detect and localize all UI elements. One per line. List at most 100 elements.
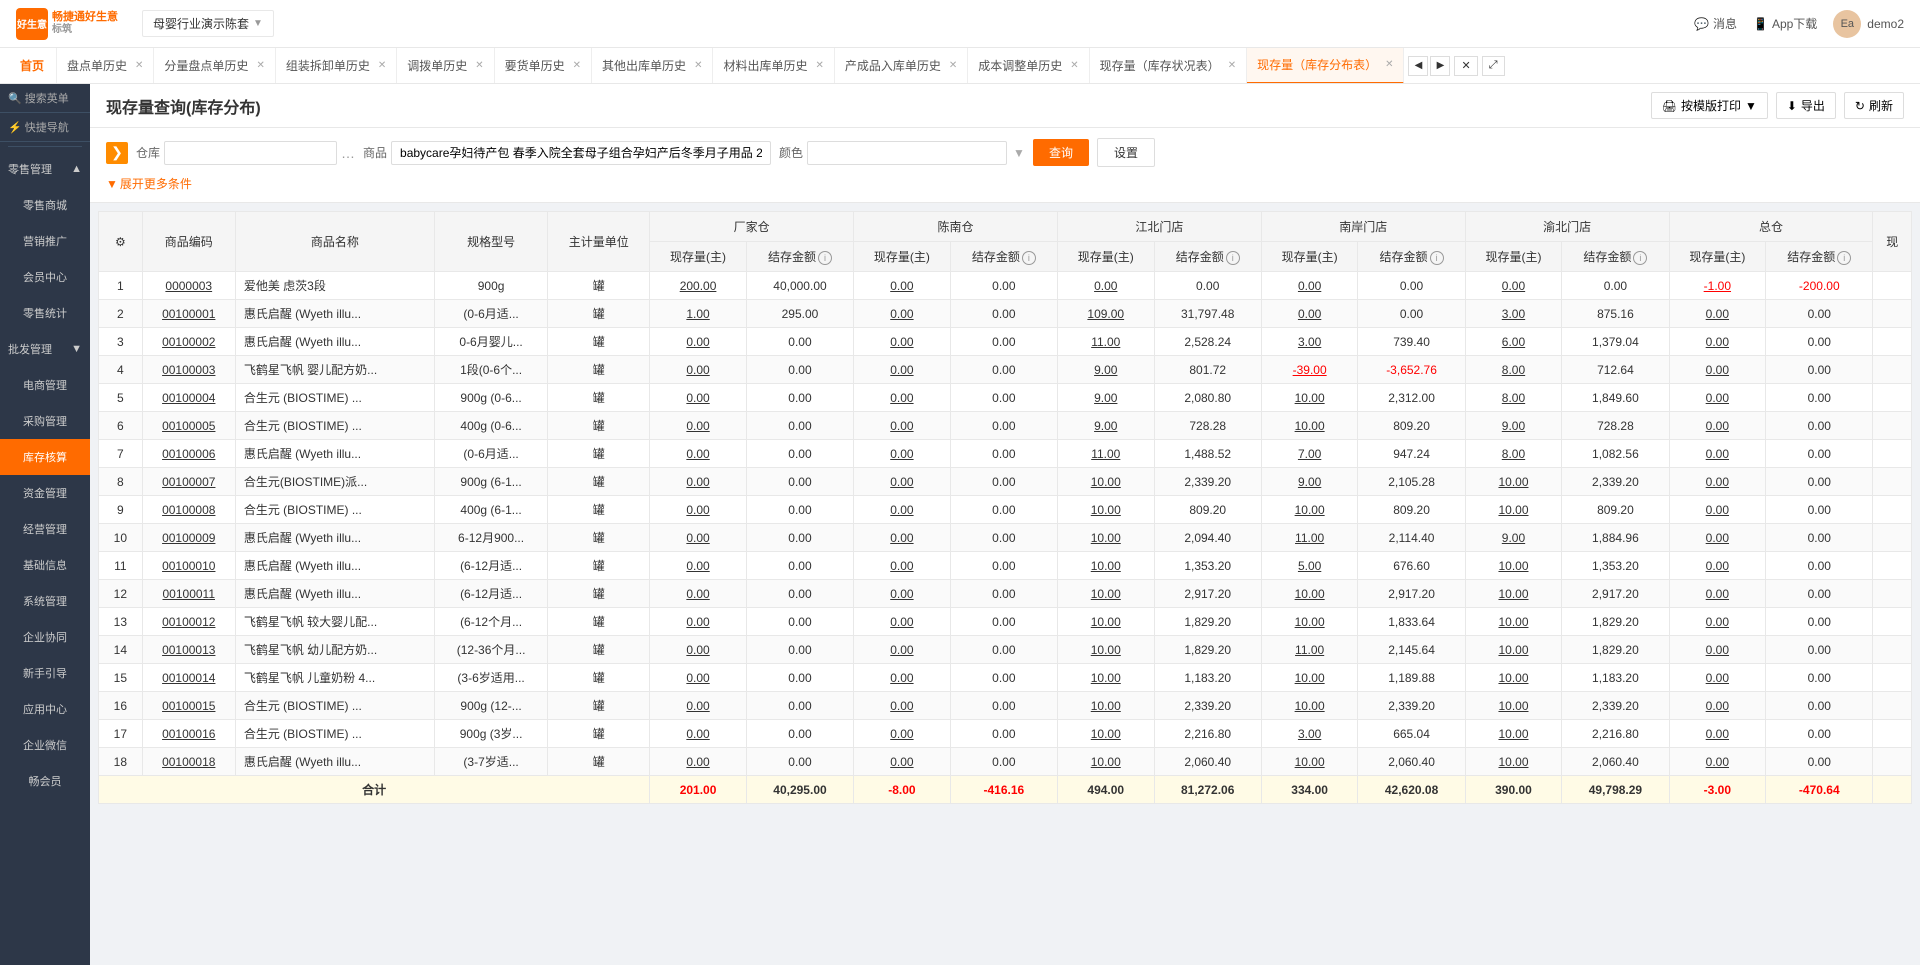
table-cell[interactable]: 809.20 (1562, 496, 1669, 524)
table-cell[interactable]: 0.00 (1766, 300, 1873, 328)
table-cell[interactable]: 00100001 (142, 300, 235, 328)
table-cell[interactable]: -3,652.76 (1358, 356, 1465, 384)
table-cell[interactable]: 900g (0-6... (434, 384, 547, 412)
export-btn[interactable]: ⬇ 导出 (1776, 92, 1836, 119)
table-cell[interactable]: 0.00 (746, 748, 853, 776)
table-cell[interactable]: 0.00 (1669, 384, 1766, 412)
table-cell[interactable]: 00100004 (142, 384, 235, 412)
close-icon[interactable]: ✕ (1070, 60, 1078, 71)
sidebar-item-inventory[interactable]: 库存核算 (0, 439, 90, 475)
table-cell[interactable]: 1,829.20 (1562, 636, 1669, 664)
table-cell[interactable]: 676.60 (1358, 552, 1465, 580)
table-cell[interactable]: 0.00 (650, 328, 747, 356)
table-cell[interactable]: 0.00 (650, 496, 747, 524)
warehouse-input[interactable] (164, 141, 337, 165)
table-cell[interactable]: 0.00 (1154, 272, 1261, 300)
table-cell[interactable]: 罐 (548, 636, 650, 664)
table-cell[interactable]: 00100005 (142, 412, 235, 440)
table-cell[interactable]: 2,105.28 (1358, 468, 1465, 496)
table-cell[interactable]: 0.00 (746, 496, 853, 524)
tab-inventory-check[interactable]: 盘点单历史 ✕ (57, 48, 154, 84)
table-cell[interactable]: 罐 (548, 328, 650, 356)
sidebar-item-wechat[interactable]: 企业微信 (0, 727, 90, 763)
table-cell[interactable]: 0.00 (950, 468, 1057, 496)
table-cell[interactable]: 0.00 (1669, 496, 1766, 524)
table-cell[interactable]: 10.00 (1261, 496, 1358, 524)
table-cell[interactable] (1873, 524, 1912, 552)
table-cell[interactable]: 2,917.20 (1562, 580, 1669, 608)
sidebar-item-guide[interactable]: 新手引导 (0, 655, 90, 691)
table-cell[interactable]: 00100013 (142, 636, 235, 664)
table-cell[interactable]: 0.00 (950, 412, 1057, 440)
table-cell[interactable]: 0.00 (1766, 496, 1873, 524)
table-cell[interactable]: 9.00 (1465, 524, 1562, 552)
table-cell[interactable]: 0.00 (1669, 664, 1766, 692)
table-cell[interactable]: 0.00 (1669, 552, 1766, 580)
table-cell[interactable] (1873, 636, 1912, 664)
table-cell[interactable]: 10.00 (1465, 552, 1562, 580)
table-cell[interactable]: 0.00 (650, 664, 747, 692)
table-cell[interactable]: 00100018 (142, 748, 235, 776)
table-cell[interactable]: 801.72 (1154, 356, 1261, 384)
table-cell[interactable]: 0.00 (950, 300, 1057, 328)
table-cell[interactable]: 合生元 (BIOSTIME) ... (235, 692, 434, 720)
table-cell[interactable]: 罐 (548, 552, 650, 580)
table-cell[interactable]: 飞鹤星飞帆 婴儿配方奶... (235, 356, 434, 384)
table-cell[interactable]: 罐 (548, 300, 650, 328)
table-cell[interactable]: 809.20 (1358, 412, 1465, 440)
table-cell[interactable]: 0.00 (650, 636, 747, 664)
table-cell[interactable]: 0.00 (1766, 692, 1873, 720)
table-cell[interactable]: 0.00 (746, 384, 853, 412)
table-cell[interactable]: 31,797.48 (1154, 300, 1261, 328)
table-cell[interactable]: 0.00 (1669, 440, 1766, 468)
table-cell[interactable]: (3-6岁适用... (434, 664, 547, 692)
table-cell[interactable]: 0.00 (650, 356, 747, 384)
table-cell[interactable]: 10.00 (1261, 608, 1358, 636)
table-cell[interactable]: 0.00 (1669, 300, 1766, 328)
sidebar-item-marketing[interactable]: 营销推广 (0, 223, 90, 259)
table-cell[interactable]: 0.00 (1766, 440, 1873, 468)
table-cell[interactable]: 3.00 (1465, 300, 1562, 328)
table-cell[interactable]: 0.00 (650, 692, 747, 720)
sidebar-quick-nav[interactable]: ⚡ 快捷导航 (0, 113, 90, 142)
table-cell[interactable]: 0.00 (950, 272, 1057, 300)
table-cell[interactable]: 罐 (548, 272, 650, 300)
table-cell[interactable]: 0.00 (650, 384, 747, 412)
table-cell[interactable]: 10.00 (1465, 496, 1562, 524)
table-cell[interactable]: 875.16 (1562, 300, 1669, 328)
tab-finished-inbound[interactable]: 产成品入库单历史 ✕ (835, 48, 968, 84)
sidebar-item-member[interactable]: 会员中心 (0, 259, 90, 295)
table-cell[interactable]: 0.00 (746, 412, 853, 440)
sidebar-item-wholesale[interactable]: 批发管理▼ (0, 331, 90, 367)
table-cell[interactable]: 0.00 (1669, 328, 1766, 356)
table-cell[interactable]: 1,849.60 (1562, 384, 1669, 412)
table-cell[interactable]: 00100003 (142, 356, 235, 384)
table-cell[interactable]: 0.00 (854, 552, 951, 580)
sidebar-item-retail-mall[interactable]: 零售商城 (0, 187, 90, 223)
sidebar-search[interactable]: 🔍 搜索英单 (0, 84, 90, 113)
close-all-tabs-btn[interactable]: ✕ (1454, 56, 1477, 76)
sidebar-item-purchase[interactable]: 采购管理 (0, 403, 90, 439)
table-cell[interactable]: 0.00 (854, 384, 951, 412)
sidebar-item-collab[interactable]: 企业协同 (0, 619, 90, 655)
table-cell[interactable]: 1,829.20 (1562, 608, 1669, 636)
tab-home[interactable]: 首页 (8, 48, 57, 84)
table-cell[interactable]: 罐 (548, 412, 650, 440)
tab-assembly[interactable]: 组装拆卸单历史 ✕ (276, 48, 397, 84)
table-cell[interactable]: 1,183.20 (1562, 664, 1669, 692)
table-cell[interactable]: 爱他美 虑茨3段 (235, 272, 434, 300)
table-cell[interactable]: 0.00 (746, 636, 853, 664)
table-cell[interactable] (1873, 440, 1912, 468)
table-cell[interactable]: 10.00 (1465, 608, 1562, 636)
table-cell[interactable]: 0.00 (650, 580, 747, 608)
table-cell[interactable]: 0.00 (950, 636, 1057, 664)
table-cell[interactable]: 罐 (548, 720, 650, 748)
table-cell[interactable]: 2,060.40 (1154, 748, 1261, 776)
table-cell[interactable]: 合生元 (BIOSTIME) ... (235, 496, 434, 524)
table-cell[interactable]: 5.00 (1261, 552, 1358, 580)
table-cell[interactable]: 罐 (548, 524, 650, 552)
sidebar-item-apps[interactable]: 应用中心 (0, 691, 90, 727)
settings-btn[interactable]: 设置 (1097, 138, 1155, 167)
table-cell[interactable]: 8.00 (1465, 384, 1562, 412)
table-cell[interactable]: 0.00 (746, 552, 853, 580)
